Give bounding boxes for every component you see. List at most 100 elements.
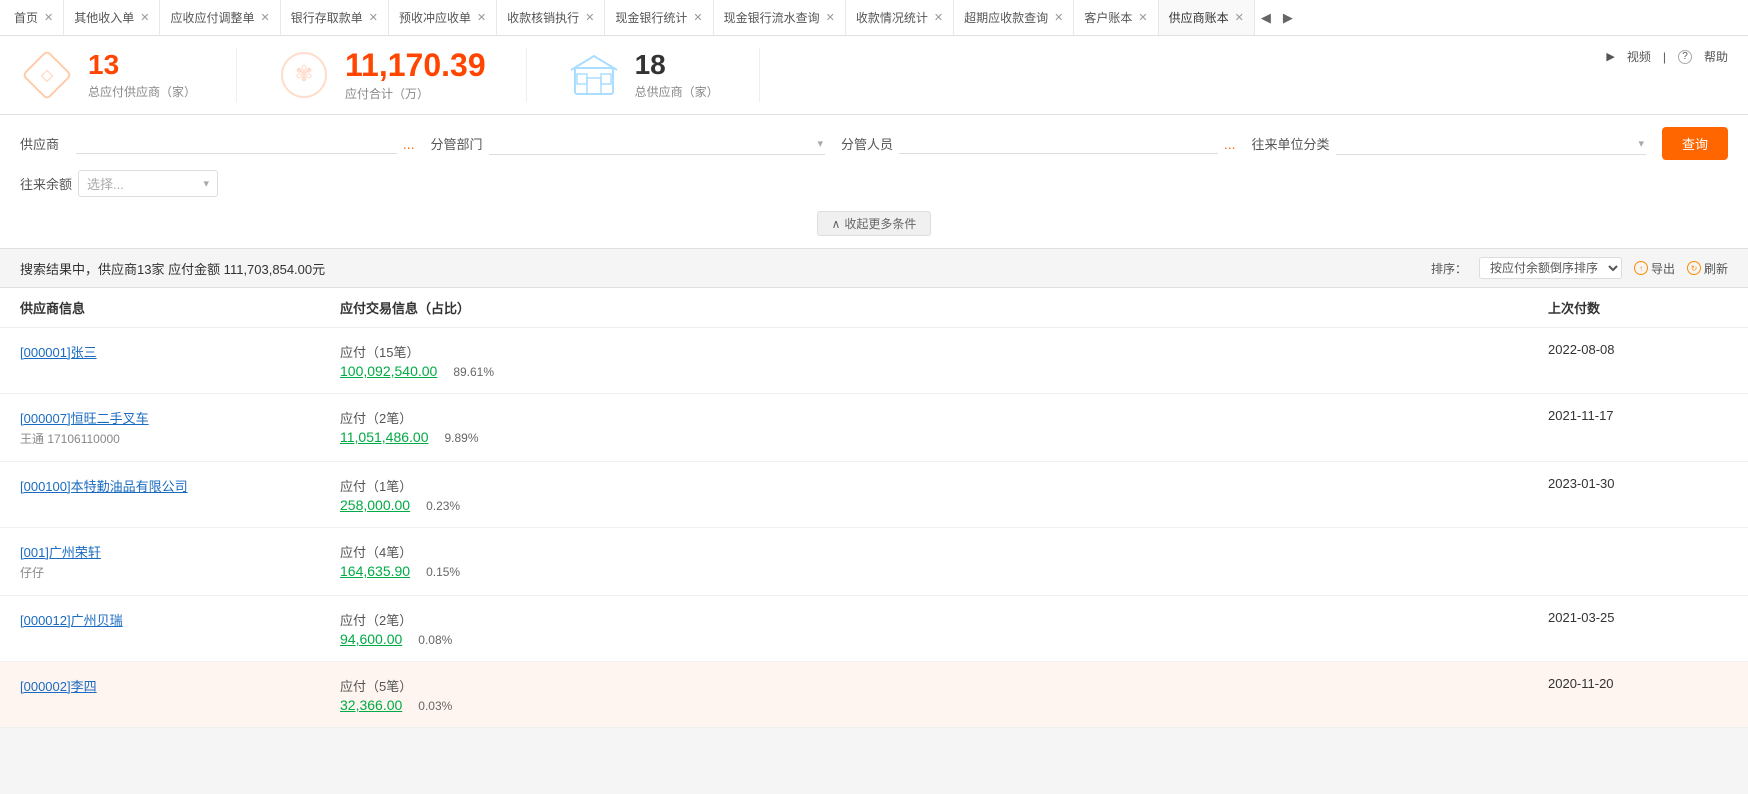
close-icon[interactable]: ✕ [140, 11, 149, 24]
trans-percent: 0.23% [426, 499, 460, 513]
col-header-lastpay: 上次付数 [1548, 298, 1728, 317]
stat-block-payable-total: ✾ 11,170.39 应付合计（万） [277, 48, 527, 102]
tab-bank-deposit[interactable]: 银行存取款单 ✕ [281, 0, 389, 36]
balance-placeholder: 选择... [87, 174, 124, 193]
person-filter-label: 分管人员 [841, 134, 893, 153]
collapse-button[interactable]: ∧ 收起更多条件 [817, 211, 932, 236]
balance-filter-label: 往来余额 [20, 174, 72, 193]
stat-number-payable-total: 11,170.39 [345, 49, 486, 81]
tab-supplier-account[interactable]: 供应商账本 ✕ [1159, 0, 1255, 36]
export-icon: ↑ [1634, 261, 1648, 275]
last-pay-date: 2020-11-20 [1548, 676, 1614, 691]
dept-chevron-down-icon: ▾ [817, 137, 823, 150]
tab-cash-bank-stats[interactable]: 现金银行统计 ✕ [605, 0, 713, 36]
stat-label-total-suppliers: 总供应商（家） [635, 83, 719, 100]
nav-next-arrow[interactable]: ▶ [1277, 0, 1299, 36]
tab-overdue-query[interactable]: 超期应收款查询 ✕ [954, 0, 1074, 36]
filter-item-supplier: 供应商 ... [20, 134, 415, 154]
sort-select[interactable]: 按应付余额倒序排序 [1479, 257, 1622, 279]
close-icon[interactable]: ✕ [1235, 11, 1244, 24]
category-chevron-down-icon: ▾ [1638, 137, 1644, 150]
trans-percent: 0.08% [418, 633, 452, 647]
last-pay-date: 2023-01-30 [1548, 476, 1615, 491]
category-select[interactable]: ▾ [1336, 133, 1646, 155]
tab-customer-account[interactable]: 客户账本 ✕ [1074, 0, 1158, 36]
header-stats: ◇ 13 总应付供应商（家） ✾ 11,170.39 应付合计（万） [0, 36, 1748, 115]
supplier-filter-label: 供应商 [20, 134, 70, 153]
trans-amount[interactable]: 100,092,540.00 [340, 363, 437, 379]
collapse-up-icon: ∧ [832, 217, 841, 231]
tab-payment-stats[interactable]: 收款情况统计 ✕ [846, 0, 954, 36]
close-icon[interactable]: ✕ [1138, 11, 1147, 24]
tab-ap-adjust[interactable]: 应收应付调整单 ✕ [160, 0, 280, 36]
trans-amount[interactable]: 164,635.90 [340, 563, 410, 579]
close-icon[interactable]: ✕ [934, 11, 943, 24]
help-link[interactable]: 帮助 [1704, 48, 1728, 65]
supplier-sub: 仔仔 [20, 564, 340, 581]
sort-label: 排序： [1431, 260, 1467, 277]
close-icon[interactable]: ✕ [1054, 11, 1063, 24]
col-header-supplier: 供应商信息 [20, 298, 340, 317]
tab-home[interactable]: 首页 ✕ [4, 0, 64, 36]
stat-label-payable-total: 应付合计（万） [345, 85, 486, 102]
supplier-link[interactable]: [000100]本特勤油品有限公司 [20, 476, 340, 495]
result-summary: 搜索结果中，供应商13家 应付金额 111,703,854.00元 [20, 259, 325, 278]
tab-other-income[interactable]: 其他收入单 ✕ [64, 0, 160, 36]
search-button[interactable]: 查询 [1662, 127, 1728, 160]
nav-prev-arrow[interactable]: ◀ [1255, 0, 1277, 36]
close-icon[interactable]: ✕ [826, 11, 835, 24]
category-filter-label: 往来单位分类 [1252, 134, 1330, 153]
supplier-link[interactable]: [000012]广州贝瑞 [20, 610, 340, 629]
export-button[interactable]: ↑ 导出 [1634, 260, 1675, 277]
stat-label-suppliers-owing: 总应付供应商（家） [88, 83, 196, 100]
close-icon[interactable]: ✕ [369, 11, 378, 24]
close-icon[interactable]: ✕ [44, 11, 53, 24]
table-row: [000012]广州贝瑞 应付（2笔） 94,600.00 0.08% 2021… [0, 596, 1748, 662]
tab-cash-bank-flow[interactable]: 现金银行流水查询 ✕ [714, 0, 846, 36]
table-row: [000100]本特勤油品有限公司 应付（1笔） 258,000.00 0.23… [0, 462, 1748, 528]
dept-select[interactable]: ▾ [489, 133, 825, 155]
close-icon[interactable]: ✕ [585, 11, 594, 24]
trans-label: 应付（5笔） [340, 676, 1548, 695]
trans-label: 应付（2笔） [340, 610, 1548, 629]
trans-amount[interactable]: 32,366.00 [340, 697, 402, 713]
supplier-dots[interactable]: ... [403, 136, 415, 152]
diamond-icon: ◇ [20, 48, 74, 102]
trans-amount[interactable]: 94,600.00 [340, 631, 402, 647]
store-icon [567, 48, 621, 102]
filter-item-balance: 往来余额 选择... ▾ [20, 170, 218, 197]
supplier-sub: 王通 17106110000 [20, 430, 340, 447]
supplier-link[interactable]: [001]广州荣轩 [20, 542, 340, 561]
refresh-button[interactable]: ↻ 刷新 [1687, 260, 1728, 277]
trans-amount[interactable]: 11,051,486.00 [340, 429, 429, 445]
tab-payment-verify[interactable]: 收款核销执行 ✕ [497, 0, 605, 36]
supplier-link[interactable]: [000001]张三 [20, 342, 340, 361]
close-icon[interactable]: ✕ [477, 11, 486, 24]
supplier-link[interactable]: [000002]李四 [20, 676, 340, 695]
wheat-icon: ✾ [277, 48, 331, 102]
video-link[interactable]: 视频 [1627, 48, 1651, 65]
top-navigation: 首页 ✕ 其他收入单 ✕ 应收应付调整单 ✕ 银行存取款单 ✕ 预收冲应收单 ✕… [0, 0, 1748, 36]
svg-text:◇: ◇ [41, 67, 54, 84]
supplier-input[interactable] [76, 134, 397, 154]
trans-amount[interactable]: 258,000.00 [340, 497, 410, 513]
trans-label: 应付（2笔） [340, 408, 1548, 427]
trans-label: 应付（1笔） [340, 476, 1548, 495]
filter-area: 供应商 ... 分管部门 ▾ 分管人员 ... 往来单位分类 ▾ 查询 [0, 115, 1748, 249]
col-header-transaction: 应付交易信息（占比） [340, 298, 1548, 317]
balance-select[interactable]: 选择... ▾ [78, 170, 218, 197]
tab-prepay-collect[interactable]: 预收冲应收单 ✕ [389, 0, 497, 36]
svg-text:✾: ✾ [295, 61, 313, 86]
table-row: [000007]恒旺二手叉车 王通 17106110000 应付（2笔） 11,… [0, 394, 1748, 462]
close-icon[interactable]: ✕ [693, 11, 702, 24]
data-table: 供应商信息 应付交易信息（占比） 上次付数 [000001]张三 应付（15笔）… [0, 288, 1748, 728]
trans-percent: 0.03% [418, 699, 452, 713]
close-icon[interactable]: ✕ [260, 11, 269, 24]
supplier-link[interactable]: [000007]恒旺二手叉车 [20, 408, 340, 427]
table-header: 供应商信息 应付交易信息（占比） 上次付数 [0, 288, 1748, 328]
last-pay-date: 2021-03-25 [1548, 610, 1615, 625]
person-dots[interactable]: ... [1224, 136, 1236, 152]
table-row: [000002]李四 应付（5笔） 32,366.00 0.03% 2020-1… [0, 662, 1748, 728]
person-input[interactable] [899, 134, 1218, 154]
last-pay-date: 2021-11-17 [1548, 408, 1614, 423]
